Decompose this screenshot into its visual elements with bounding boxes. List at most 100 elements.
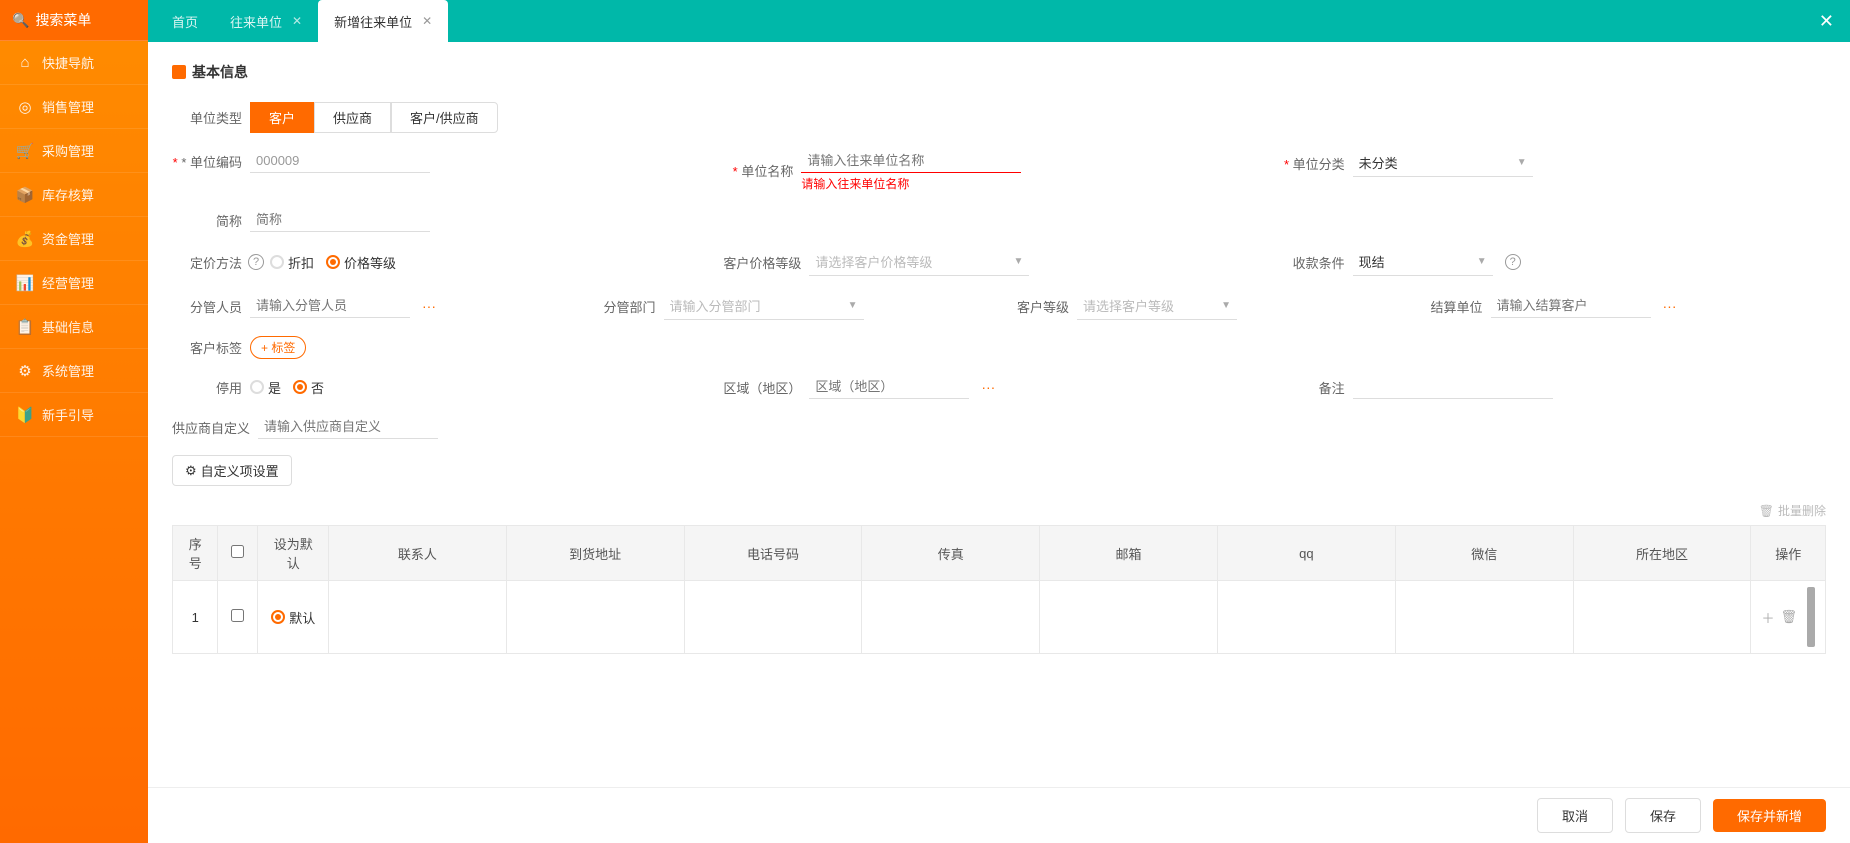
sidebar-item-inventory[interactable]: 📦 库存核算 — [0, 173, 148, 217]
unit-type-customer[interactable]: 客户 — [250, 102, 314, 133]
fax-input[interactable] — [872, 610, 1029, 625]
short-name-item: 简称 — [172, 208, 1826, 232]
cell-phone[interactable] — [684, 581, 862, 654]
sidebar-item-guide[interactable]: 🔰 新手引导 — [0, 393, 148, 437]
customer-price-arrow: ▼ — [1013, 256, 1023, 267]
radio-price-level[interactable]: 价格等级 — [326, 253, 396, 272]
th-qq: qq — [1217, 526, 1395, 581]
search-menu-button[interactable]: 🔍 搜索菜单 — [0, 0, 148, 41]
contact-input[interactable] — [339, 610, 496, 625]
cell-checkbox[interactable] — [218, 581, 258, 654]
row-checkbox[interactable] — [231, 609, 244, 622]
tab-new-contact-label: 新增往来单位 — [334, 12, 412, 31]
region-more-btn[interactable]: ··· — [981, 379, 995, 395]
disable-item: 停用 是 否 — [172, 378, 723, 397]
radio-yes[interactable]: 是 — [250, 378, 281, 397]
sidebar-label-sales: 销售管理 — [42, 97, 94, 116]
cell-area[interactable] — [1573, 581, 1751, 654]
department-select[interactable]: 请输入分管部门 ▼ — [664, 292, 864, 320]
cell-qq[interactable] — [1217, 581, 1395, 654]
customer-level-label: 客户等级 — [999, 297, 1069, 316]
section-title: 基本信息 — [172, 62, 1826, 82]
home-icon: ⌂ — [16, 54, 34, 72]
pricing-method-item: 定价方法 ? 折扣 价格等级 — [172, 253, 723, 272]
customer-level-arrow: ▼ — [1221, 300, 1231, 311]
tab-contacts[interactable]: 往来单位 ✕ — [214, 0, 318, 42]
wechat-input[interactable] — [1406, 610, 1563, 625]
sidebar-item-finance[interactable]: 💰 资金管理 — [0, 217, 148, 261]
radio-discount-label: 折扣 — [288, 253, 314, 272]
disable-radio-group: 是 否 — [250, 378, 324, 397]
address-input[interactable] — [517, 610, 674, 625]
unit-code-input[interactable] — [250, 149, 430, 173]
table-row: 1 默认 — [173, 581, 1826, 654]
delete-row-icon[interactable]: 🗑 — [1780, 609, 1797, 625]
select-all-checkbox[interactable] — [231, 545, 244, 558]
tab-home[interactable]: 首页 — [156, 0, 214, 42]
customer-level-select[interactable]: 请选择客户等级 ▼ — [1077, 292, 1237, 320]
row-pricing: 定价方法 ? 折扣 价格等级 客户价格等级 请选择客户价格等级 — [172, 248, 1826, 276]
add-row-icon[interactable]: ＋ — [1761, 608, 1774, 627]
tab-contacts-close[interactable]: ✕ — [292, 14, 302, 28]
unit-name-input[interactable] — [801, 149, 1021, 173]
tab-new-contact[interactable]: 新增往来单位 ✕ — [318, 0, 448, 42]
supplier-custom-input[interactable] — [258, 415, 438, 439]
manager-more-btn[interactable]: ··· — [422, 298, 436, 314]
cell-contact[interactable] — [329, 581, 507, 654]
unit-category-arrow: ▼ — [1517, 157, 1527, 168]
region-input[interactable] — [809, 375, 969, 399]
sidebar-item-purchase[interactable]: 🛒 采购管理 — [0, 129, 148, 173]
unit-type-supplier[interactable]: 供应商 — [314, 102, 391, 133]
default-radio[interactable]: 默认 — [268, 608, 318, 627]
unit-type-row: 单位类型 客户 供应商 客户/供应商 — [172, 102, 1826, 133]
sidebar-item-sales[interactable]: ◎ 销售管理 — [0, 85, 148, 129]
email-input[interactable] — [1050, 610, 1207, 625]
remark-input[interactable] — [1353, 375, 1553, 399]
unit-code-label: * * 单位编码 — [172, 152, 242, 171]
short-name-input[interactable] — [250, 208, 430, 232]
manager-input[interactable] — [250, 294, 410, 318]
page-content: 基本信息 单位类型 客户 供应商 客户/供应商 * * 单位编码 * 单位名称 — [148, 42, 1850, 787]
sidebar-item-quick-nav[interactable]: ⌂ 快捷导航 — [0, 41, 148, 85]
cell-wechat[interactable] — [1395, 581, 1573, 654]
custom-settings-button[interactable]: ⚙ 自定义项设置 — [172, 455, 292, 486]
sidebar-item-operations[interactable]: 📊 经营管理 — [0, 261, 148, 305]
action-bar: 取消 保存 保存并新增 — [148, 787, 1850, 843]
unit-category-select[interactable]: 未分类 ▼ — [1353, 149, 1533, 177]
row-action-icons: ＋ 🗑 — [1761, 587, 1815, 647]
customer-price-label: 客户价格等级 — [723, 253, 801, 272]
scroll-handle[interactable] — [1807, 587, 1815, 647]
qq-input[interactable] — [1228, 610, 1385, 625]
cell-email[interactable] — [1040, 581, 1218, 654]
department-item: 分管部门 请输入分管部门 ▼ — [586, 292, 1000, 320]
sidebar-label-finance: 资金管理 — [42, 229, 94, 248]
area-input[interactable] — [1584, 610, 1741, 625]
phone-input[interactable] — [695, 610, 852, 625]
radio-discount[interactable]: 折扣 — [270, 253, 314, 272]
cell-fax[interactable] — [862, 581, 1040, 654]
settlement-unit-more-btn[interactable]: ··· — [1663, 298, 1677, 314]
batch-delete-icon: 🗑 — [1759, 504, 1774, 518]
add-tag-button[interactable]: + 标签 — [250, 336, 306, 359]
window-close-button[interactable]: ✕ — [1811, 11, 1842, 32]
system-icon: ⚙ — [16, 362, 34, 380]
pricing-help-icon[interactable]: ? — [248, 254, 264, 270]
unit-category-item: * 单位分类 未分类 ▼ — [1275, 149, 1826, 177]
radio-no[interactable]: 否 — [293, 378, 324, 397]
tab-new-contact-close[interactable]: ✕ — [422, 14, 432, 28]
cancel-button[interactable]: 取消 — [1537, 798, 1613, 833]
save-new-button[interactable]: 保存并新增 — [1713, 799, 1826, 832]
customer-price-item: 客户价格等级 请选择客户价格等级 ▼ — [723, 248, 1274, 276]
save-button[interactable]: 保存 — [1625, 798, 1701, 833]
payment-terms-item: 收款条件 现结 ▼ ? — [1275, 248, 1826, 276]
customer-price-select[interactable]: 请选择客户价格等级 ▼ — [809, 248, 1029, 276]
sidebar-item-system[interactable]: ⚙ 系统管理 — [0, 349, 148, 393]
batch-delete-label[interactable]: 批量删除 — [1778, 502, 1826, 519]
payment-terms-select[interactable]: 现结 ▼ — [1353, 248, 1493, 276]
payment-terms-help-icon[interactable]: ? — [1505, 254, 1521, 270]
unit-type-both[interactable]: 客户/供应商 — [391, 102, 498, 133]
cell-address[interactable] — [506, 581, 684, 654]
default-radio-circle — [271, 610, 285, 624]
sidebar-item-basic-info[interactable]: 📋 基础信息 — [0, 305, 148, 349]
settlement-unit-input[interactable] — [1491, 294, 1651, 318]
